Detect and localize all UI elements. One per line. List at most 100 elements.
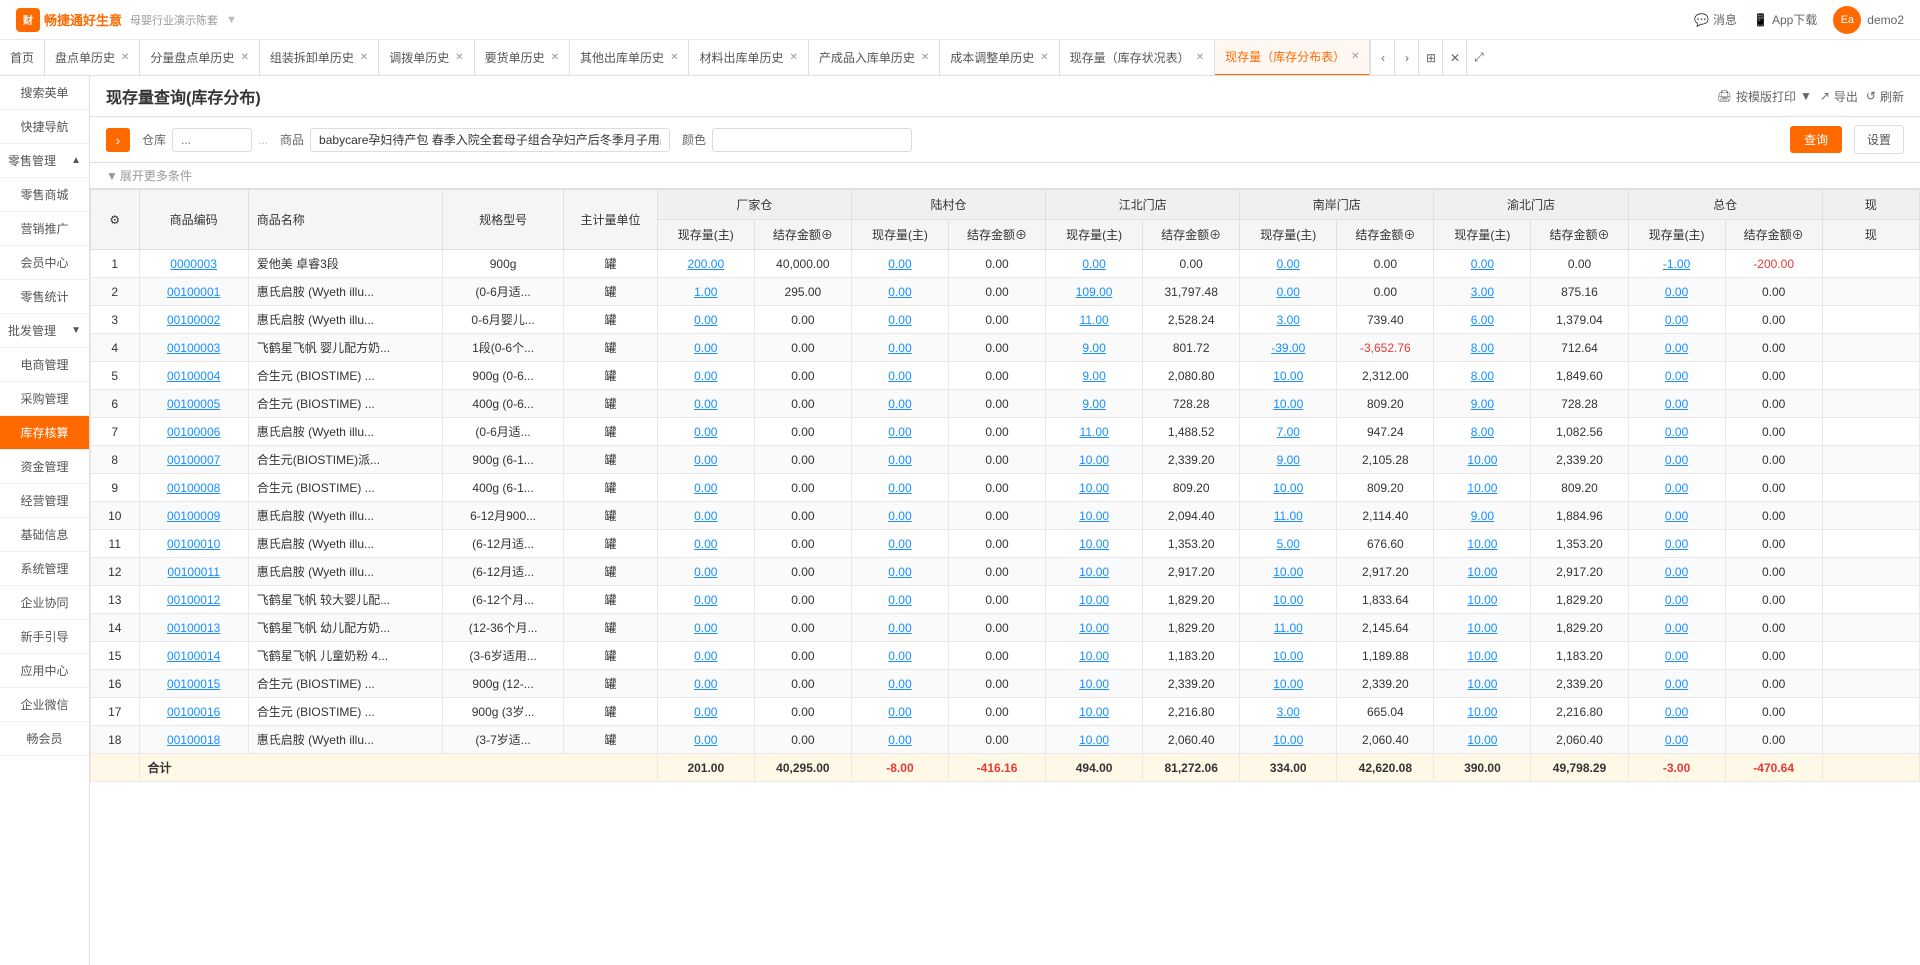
- cell-qty[interactable]: 0.00: [657, 474, 754, 502]
- cell-qty[interactable]: 11.00: [1046, 306, 1143, 334]
- cell-qty[interactable]: 10.00: [1046, 474, 1143, 502]
- cell-qty[interactable]: 0.00: [851, 558, 948, 586]
- cell-qty[interactable]: 0.00: [851, 250, 948, 278]
- sidebar-item-ecommerce[interactable]: 电商管理: [0, 348, 89, 382]
- tab-expand[interactable]: ⤢: [1466, 40, 1490, 76]
- cell-qty[interactable]: 0.00: [1628, 642, 1725, 670]
- cell-qty[interactable]: 0.00: [851, 726, 948, 754]
- cell-qty[interactable]: 10.00: [1046, 698, 1143, 726]
- close-icon[interactable]: ✕: [1196, 52, 1204, 63]
- close-icon[interactable]: ✕: [240, 52, 248, 63]
- sidebar-item-inventory[interactable]: 库存核算: [0, 416, 89, 450]
- print-btn[interactable]: 🖨 按模版打印 ▼: [1717, 88, 1812, 105]
- cell-qty[interactable]: 0.00: [851, 530, 948, 558]
- sidebar-item-marketing[interactable]: 营销推广: [0, 212, 89, 246]
- tab-9[interactable]: 成本调整单历史 ✕: [940, 40, 1059, 76]
- cell-qty[interactable]: 0.00: [657, 586, 754, 614]
- cell-qty[interactable]: 10.00: [1046, 614, 1143, 642]
- tab-nav-more[interactable]: ⊞: [1418, 40, 1442, 76]
- cell-qty[interactable]: 10.00: [1046, 558, 1143, 586]
- cell-qty[interactable]: 10.00: [1046, 586, 1143, 614]
- cell-qty[interactable]: 0.00: [1628, 558, 1725, 586]
- cell-qty[interactable]: 0.00: [851, 614, 948, 642]
- cell-qty[interactable]: 0.00: [851, 334, 948, 362]
- goods-input[interactable]: [310, 128, 670, 152]
- cell-qty[interactable]: 0.00: [851, 446, 948, 474]
- cell-qty[interactable]: 10.00: [1434, 586, 1531, 614]
- close-icon[interactable]: ✕: [1351, 51, 1359, 62]
- close-icon[interactable]: ✕: [551, 52, 559, 63]
- msg-btn[interactable]: 💬 消息: [1694, 11, 1737, 28]
- cell-qty[interactable]: 10.00: [1046, 446, 1143, 474]
- cell-qty[interactable]: 0.00: [1628, 502, 1725, 530]
- color-input[interactable]: [712, 128, 912, 152]
- cell-qty[interactable]: 0.00: [657, 558, 754, 586]
- cell-qty[interactable]: 0.00: [1628, 334, 1725, 362]
- sidebar-item-purchase[interactable]: 采购管理: [0, 382, 89, 416]
- cell-qty[interactable]: 10.00: [1240, 726, 1337, 754]
- tab-close-all[interactable]: ✕: [1442, 40, 1466, 76]
- sidebar-item-wholesale[interactable]: 批发管理 ▼: [0, 314, 89, 348]
- cell-qty[interactable]: 9.00: [1434, 390, 1531, 418]
- cell-qty[interactable]: 109.00: [1046, 278, 1143, 306]
- tab-nav-right[interactable]: ›: [1394, 40, 1418, 76]
- cell-qty[interactable]: 0.00: [851, 698, 948, 726]
- cell-qty[interactable]: 0.00: [851, 670, 948, 698]
- sidebar-item-system[interactable]: 系统管理: [0, 552, 89, 586]
- cell-qty[interactable]: 10.00: [1434, 474, 1531, 502]
- cell-qty[interactable]: 9.00: [1434, 502, 1531, 530]
- cell-qty[interactable]: 0.00: [657, 670, 754, 698]
- cell-qty[interactable]: 0.00: [657, 614, 754, 642]
- close-icon[interactable]: ✕: [121, 52, 129, 63]
- cell-qty[interactable]: 0.00: [657, 362, 754, 390]
- cell-qty[interactable]: 10.00: [1240, 642, 1337, 670]
- cell-qty[interactable]: -39.00: [1240, 334, 1337, 362]
- cell-qty[interactable]: 0.00: [1046, 250, 1143, 278]
- cell-qty[interactable]: 0.00: [851, 502, 948, 530]
- sidebar-item-enterprise[interactable]: 企业协同: [0, 586, 89, 620]
- close-icon[interactable]: ✕: [360, 52, 368, 63]
- cell-qty[interactable]: 3.00: [1434, 278, 1531, 306]
- cell-qty[interactable]: 0.00: [851, 474, 948, 502]
- cell-qty[interactable]: 0.00: [1628, 530, 1725, 558]
- warehouse-more[interactable]: ...: [258, 133, 268, 147]
- tab-3[interactable]: 组装拆卸单历史 ✕: [260, 40, 379, 76]
- cell-qty[interactable]: 10.00: [1434, 446, 1531, 474]
- cell-qty[interactable]: 10.00: [1046, 530, 1143, 558]
- sidebar-item-finance[interactable]: 资金管理: [0, 450, 89, 484]
- cell-qty[interactable]: 10.00: [1434, 698, 1531, 726]
- cell-qty[interactable]: 11.00: [1240, 502, 1337, 530]
- cell-qty[interactable]: 8.00: [1434, 334, 1531, 362]
- sidebar-item-retail[interactable]: 零售管理 ▲: [0, 144, 89, 178]
- cell-qty[interactable]: 0.00: [1240, 250, 1337, 278]
- user-area[interactable]: Ea demo2: [1833, 6, 1904, 34]
- cell-qty[interactable]: 7.00: [1240, 418, 1337, 446]
- cell-qty[interactable]: 9.00: [1046, 390, 1143, 418]
- cell-qty[interactable]: 6.00: [1434, 306, 1531, 334]
- app-btn[interactable]: 📱 App下载: [1753, 11, 1817, 28]
- cell-qty[interactable]: 0.00: [851, 642, 948, 670]
- sidebar-item-apps[interactable]: 应用中心: [0, 654, 89, 688]
- sidebar-item-mall[interactable]: 零售商城: [0, 178, 89, 212]
- expand-btn[interactable]: ›: [106, 128, 130, 152]
- cell-qty[interactable]: -1.00: [1628, 250, 1725, 278]
- cell-qty[interactable]: 0.00: [657, 698, 754, 726]
- cell-qty[interactable]: 0.00: [851, 586, 948, 614]
- cell-qty[interactable]: 8.00: [1434, 362, 1531, 390]
- query-btn[interactable]: 查询: [1790, 126, 1842, 153]
- cell-qty[interactable]: 0.00: [1240, 278, 1337, 306]
- close-icon[interactable]: ✕: [789, 52, 797, 63]
- sidebar-item-member[interactable]: 会员中心: [0, 246, 89, 280]
- cell-qty[interactable]: 8.00: [1434, 418, 1531, 446]
- tab-nav-left[interactable]: ‹: [1370, 40, 1394, 76]
- cell-qty[interactable]: 0.00: [1628, 614, 1725, 642]
- cell-qty[interactable]: 0.00: [1628, 446, 1725, 474]
- settings-btn[interactable]: 设置: [1854, 125, 1904, 154]
- export-btn[interactable]: ↗ 导出: [1820, 88, 1858, 105]
- sidebar-item-vip[interactable]: 畅会员: [0, 722, 89, 756]
- cell-qty[interactable]: 0.00: [1628, 362, 1725, 390]
- cell-qty[interactable]: 10.00: [1240, 670, 1337, 698]
- sidebar-item-search[interactable]: 搜索英单: [0, 76, 89, 110]
- cell-qty[interactable]: 10.00: [1434, 670, 1531, 698]
- tab-5[interactable]: 要货单历史 ✕: [475, 40, 570, 76]
